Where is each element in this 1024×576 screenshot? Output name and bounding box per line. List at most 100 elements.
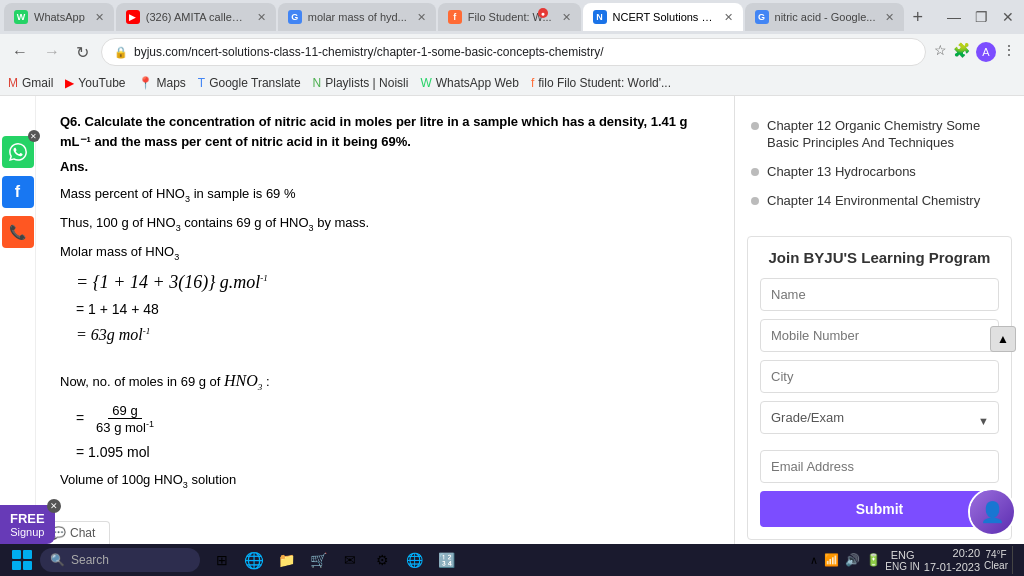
windows-start-button[interactable] [8,546,36,574]
tab-label-nitric: nitric acid - Google... [775,11,876,23]
tab-amita[interactable]: ▶ (326) AMITA called... ✕ [116,3,276,31]
facebook-share-button[interactable]: f [2,176,34,208]
sound-icon[interactable]: 🔊 [845,553,860,567]
whatsapp-close-icon[interactable]: ✕ [28,130,40,142]
answer-label: Ans. [60,159,710,174]
close-browser-button[interactable]: ✕ [996,7,1020,27]
menu-dots-icon[interactable]: ⋮ [1002,42,1016,62]
content-line-1: Mass percent of HNO3 in sample is 69 % [60,182,710,207]
noisli-icon: N [313,76,322,90]
extension-puzzle-icon[interactable]: 🧩 [953,42,970,62]
free-popup-close-icon[interactable]: ✕ [47,499,61,513]
bookmark-translate-label: Google Translate [209,76,300,90]
taskbar-search-box[interactable]: 🔍 Search [40,548,200,572]
taskbar-store-button[interactable]: 🛒 [304,546,332,574]
tab-close-whatsapp[interactable]: ✕ [95,11,104,24]
scroll-up-button[interactable]: ▲ [990,326,1016,352]
system-tray-icons: ∧ 📶 🔊 🔋 [810,553,881,567]
bookmark-star-icon[interactable]: ☆ [934,42,947,62]
bookmark-noisli[interactable]: N Playlists | Noisli [313,76,409,90]
region-label: ENG IN [885,561,919,572]
tab-label-whatsapp: WhatsApp [34,11,85,23]
submit-button[interactable]: Submit [760,491,999,527]
address-bar: ← → ↻ 🔒 byjus.com/ncert-solutions-class-… [0,34,1024,70]
select-arrow-icon: ▼ [978,415,989,427]
taskbar-task-view-button[interactable]: ⊞ [208,546,236,574]
math-equation-2: = 1 + 14 + 48 [76,301,710,317]
tab-close-amita[interactable]: ✕ [257,11,266,24]
weather-widget[interactable]: 74°F Clear [984,549,1008,571]
bookmark-translate[interactable]: T Google Translate [198,76,301,90]
chapter-item-13[interactable]: Chapter 13 Hydrocarbons [751,158,1008,187]
tab-label-molar: molar mass of hyd... [308,11,407,23]
taskbar-file-explorer-button[interactable]: 📁 [272,546,300,574]
chapter-14-label: Chapter 14 Environmental Chemistry [767,193,980,210]
taskbar-edge-button[interactable]: 🌐 [240,546,268,574]
bookmark-filo[interactable]: f filo Filo Student: World'... [531,76,671,90]
minimize-button[interactable]: — [941,7,967,27]
math-equation-3: = 63g mol-1 [76,325,710,343]
tab-close-molar[interactable]: ✕ [417,11,426,24]
tab-molar[interactable]: G molar mass of hyd... ✕ [278,3,436,31]
bookmark-youtube[interactable]: ▶ YouTube [65,76,125,90]
profile-icon[interactable]: A [976,42,996,62]
bookmark-whatsapp-web[interactable]: W WhatsApp Web [420,76,518,90]
weather-description: Clear [984,560,1008,571]
battery-icon[interactable]: 🔋 [866,553,881,567]
chapter-dot-14 [751,197,759,205]
whatsapp-web-icon: W [420,76,431,90]
bookmark-maps[interactable]: 📍 Maps [138,76,186,90]
taskbar-pinned-icons: ⊞ 🌐 📁 🛒 ✉ ⚙ 🌐 🔢 [208,546,460,574]
chapter-item-12[interactable]: Chapter 12 Organic Chemistry Some Basic … [751,112,1008,158]
youtube-icon: ▶ [65,76,74,90]
tab-filo[interactable]: f Filo Student: W... ✕ ● [438,3,581,31]
tab-close-filo[interactable]: ✕ [562,11,571,24]
network-icon[interactable]: 📶 [824,553,839,567]
free-popup-line1: FREE [10,511,45,526]
bookmark-gmail[interactable]: M Gmail [8,76,53,90]
content-line-moles: Now, no. of moles in 69 g of HNO3 : [60,367,710,396]
main-article-content: Q6. Calculate the concentration of nitri… [36,96,734,576]
language-indicator[interactable]: ENG ENG IN [885,549,919,572]
language-label: ENG [885,549,919,561]
name-input[interactable] [760,278,999,311]
chevron-up-tray-icon[interactable]: ∧ [810,554,818,567]
taskbar-calculator-button[interactable]: 🔢 [432,546,460,574]
new-tab-button[interactable]: + [906,7,929,28]
math-fraction: = 69 g 63 g mol-1 [76,403,710,435]
tab-google-nitric[interactable]: G nitric acid - Google... ✕ [745,3,905,31]
chapter-12-label: Chapter 12 Organic Chemistry Some Basic … [767,118,1008,152]
show-desktop-button[interactable] [1012,546,1016,574]
taskbar-clock[interactable]: 20:20 17-01-2023 [924,546,980,575]
grade-select[interactable]: Grade/Exam [760,401,999,434]
free-signup-popup[interactable]: ✕ FREE Signup [0,505,55,544]
back-button[interactable]: ← [8,39,32,65]
email-input[interactable] [760,450,999,483]
facebook-icon: f [15,183,20,201]
time-display: 20:20 [924,546,980,560]
taskbar-mail-button[interactable]: ✉ [336,546,364,574]
tab-whatsapp[interactable]: W WhatsApp ✕ [4,3,114,31]
free-popup-line2: Signup [10,526,45,538]
tab-close-nitric[interactable]: ✕ [885,11,894,24]
url-box[interactable]: 🔒 byjus.com/ncert-solutions-class-11-che… [101,38,926,66]
city-input[interactable] [760,360,999,393]
forward-button[interactable]: → [40,39,64,65]
chapter-item-14[interactable]: Chapter 14 Environmental Chemistry [751,187,1008,216]
mobile-input[interactable] [760,319,999,352]
taskbar-settings-button[interactable]: ⚙ [368,546,396,574]
avatar-image: 👤 [970,490,1014,534]
question-text: Q6. Calculate the concentration of nitri… [60,112,710,151]
phone-button[interactable]: 📞 [2,216,34,248]
chapter-dot-12 [751,122,759,130]
tab-ncert[interactable]: N NCERT Solutions fo... ✕ [583,3,743,31]
chevron-up-icon: ▲ [997,332,1009,346]
page-content: ✕ f 📞 Q6. Calculate the concentration of… [0,96,1024,576]
restore-button[interactable]: ❐ [969,7,994,27]
taskbar-chrome-button[interactable]: 🌐 [400,546,428,574]
tab-close-ncert[interactable]: ✕ [724,11,733,24]
reload-button[interactable]: ↻ [72,39,93,66]
whatsapp-share-button[interactable] [2,136,34,168]
chapter-dot-13 [751,168,759,176]
avatar[interactable]: 👤 [968,488,1016,536]
